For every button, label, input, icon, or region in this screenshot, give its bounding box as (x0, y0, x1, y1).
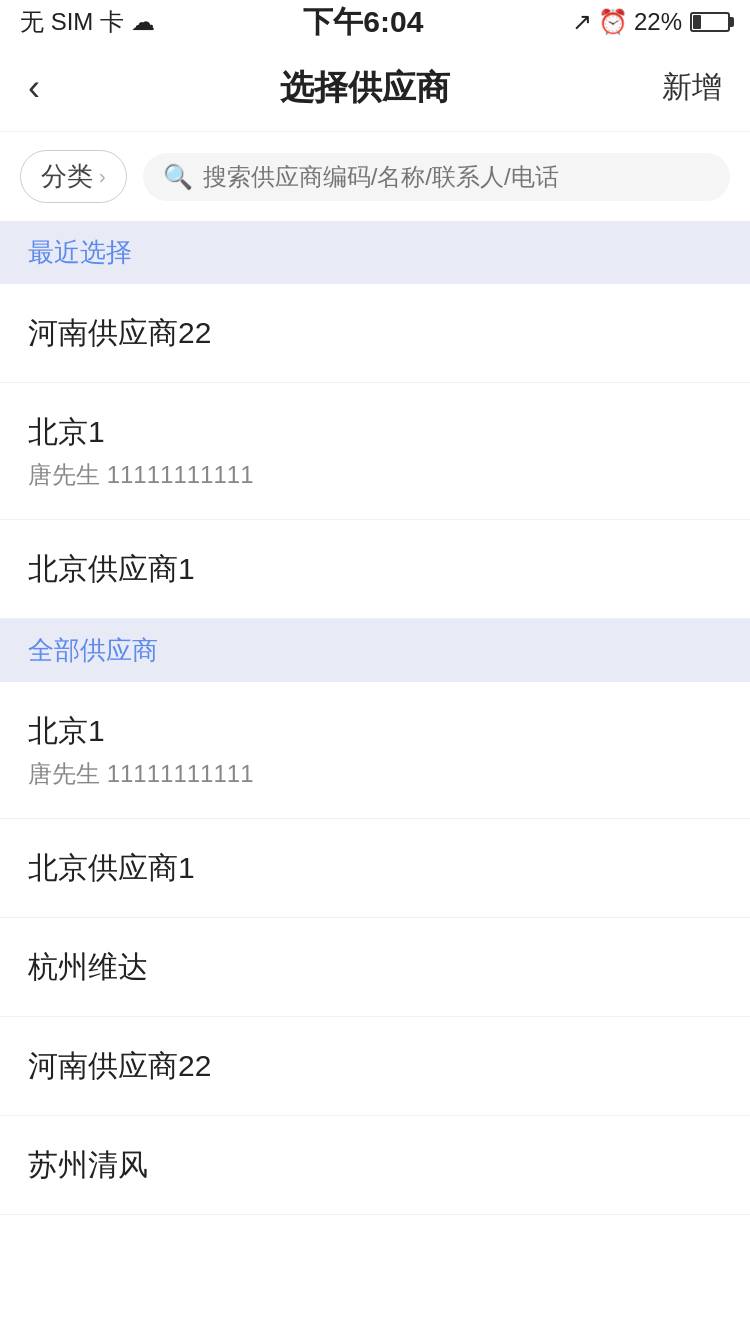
item-sub: 唐先生 11111111111 (28, 758, 722, 790)
section-header-text: 最近选择 (28, 237, 132, 267)
item-name: 河南供应商22 (28, 1045, 722, 1087)
section-header-recent: 最近选择 (0, 221, 750, 284)
back-button[interactable]: ‹ (28, 67, 88, 109)
list-item[interactable]: 苏州清风 (0, 1116, 750, 1215)
status-right: ↗ ⏰ 22% (572, 8, 730, 36)
item-sub: 唐先生 11111111111 (28, 459, 722, 491)
search-box: 🔍 (143, 153, 730, 201)
sim-label: 无 SIM 卡 ☁ (20, 6, 155, 38)
item-name: 苏州清风 (28, 1144, 722, 1186)
section-header-text: 全部供应商 (28, 635, 158, 665)
list-item[interactable]: 北京供应商1 (0, 520, 750, 619)
item-name: 北京供应商1 (28, 548, 722, 590)
list-item[interactable]: 北京1 唐先生 11111111111 (0, 383, 750, 520)
alarm-icon: ⏰ (598, 8, 628, 36)
item-name: 河南供应商22 (28, 312, 722, 354)
page-title: 选择供应商 (280, 65, 450, 111)
list-item[interactable]: 北京供应商1 (0, 819, 750, 918)
list-item[interactable]: 杭州维达 (0, 918, 750, 1017)
item-name: 北京供应商1 (28, 847, 722, 889)
list-item[interactable]: 河南供应商22 (0, 1017, 750, 1116)
battery-icon (690, 12, 730, 32)
category-button[interactable]: 分类 › (20, 150, 127, 203)
status-time: 下午6:04 (303, 2, 423, 43)
item-name: 杭州维达 (28, 946, 722, 988)
list-item[interactable]: 河南供应商22 (0, 284, 750, 383)
supplier-list: 最近选择河南供应商22 北京1 唐先生 11111111111 北京供应商1 全部供应商… (0, 221, 750, 1215)
status-left: 无 SIM 卡 ☁ (20, 6, 155, 38)
section-header-all: 全部供应商 (0, 619, 750, 682)
list-item[interactable]: 北京1 唐先生 11111111111 (0, 682, 750, 819)
item-name: 北京1 (28, 411, 722, 453)
search-icon: 🔍 (163, 163, 193, 191)
search-input[interactable] (203, 163, 710, 191)
status-bar: 无 SIM 卡 ☁ 下午6:04 ↗ ⏰ 22% (0, 0, 750, 44)
filter-bar: 分类 › 🔍 (0, 132, 750, 221)
nav-bar: ‹ 选择供应商 新增 (0, 44, 750, 132)
item-name: 北京1 (28, 710, 722, 752)
category-label: 分类 (41, 159, 93, 194)
location-icon: ↗ (572, 8, 592, 36)
new-action-button[interactable]: 新增 (642, 67, 722, 108)
battery-percent: 22% (634, 8, 682, 36)
chevron-right-icon: › (99, 165, 106, 188)
